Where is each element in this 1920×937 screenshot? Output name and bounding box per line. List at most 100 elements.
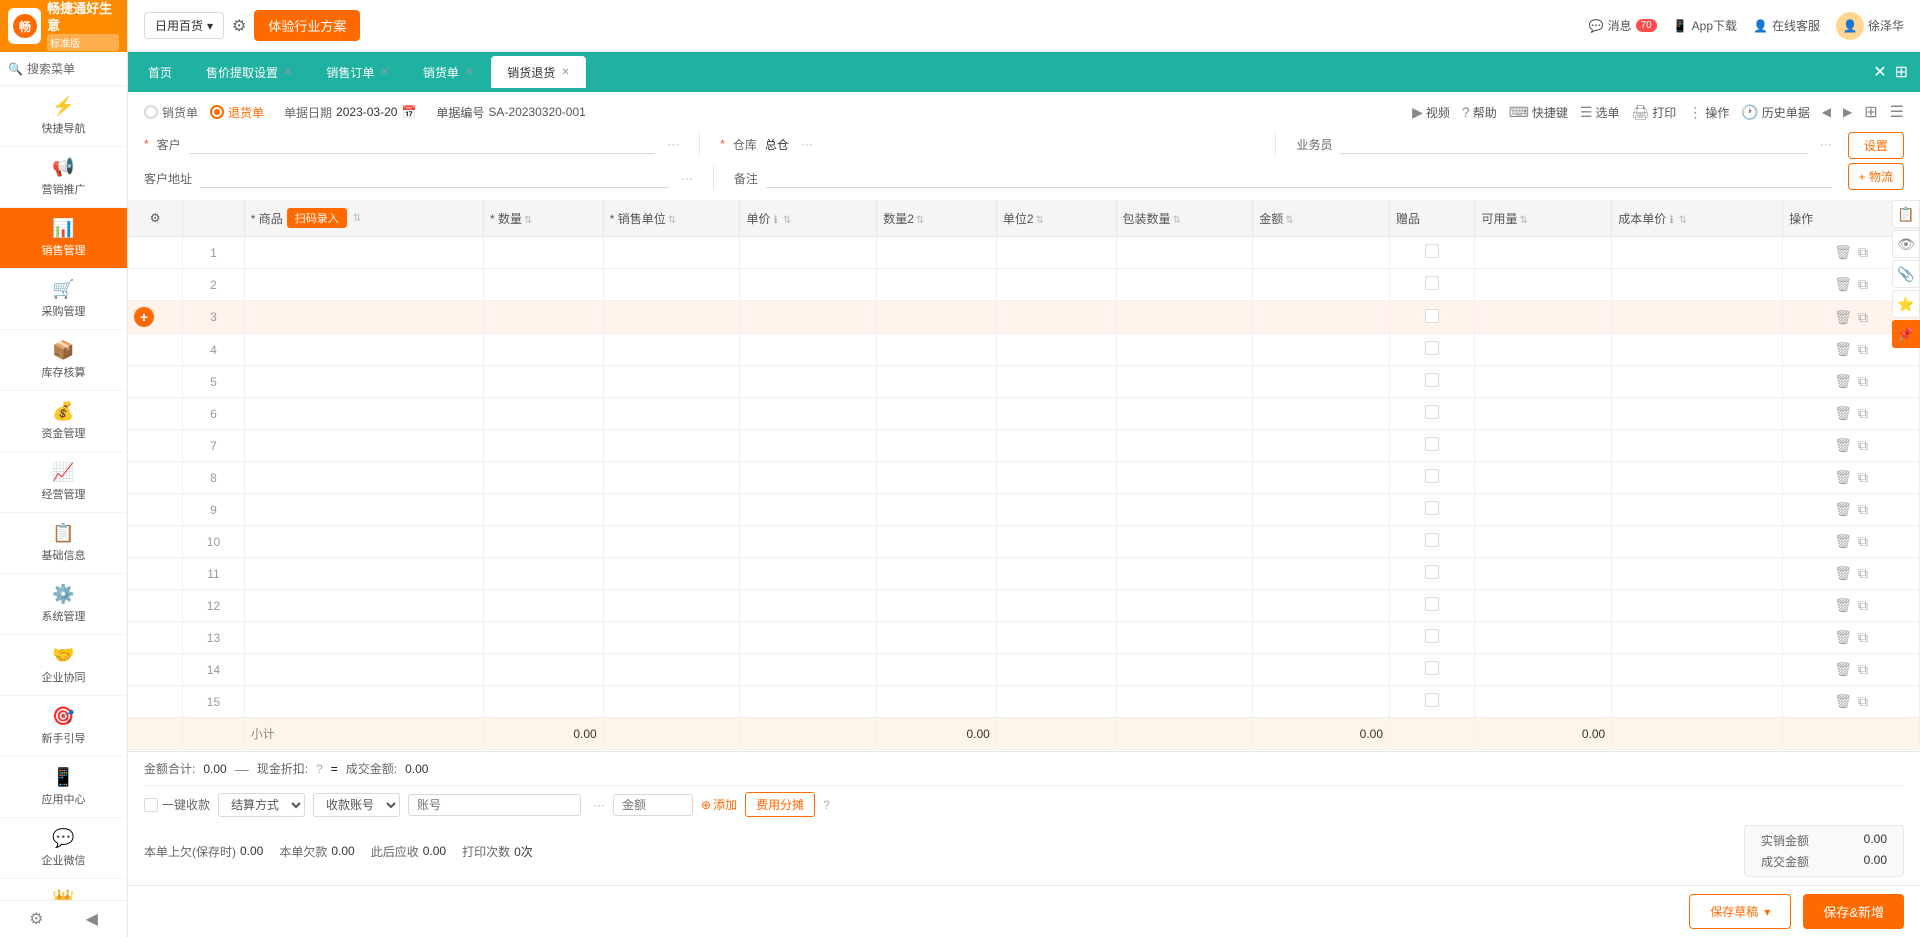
- delete-row-icon[interactable]: 🗑: [1834, 276, 1852, 293]
- product-input[interactable]: [251, 567, 477, 581]
- row-gift-cell[interactable]: [1390, 334, 1475, 366]
- delete-row-icon[interactable]: 🗑: [1834, 597, 1852, 614]
- row-gift-cell[interactable]: [1390, 269, 1475, 301]
- row-pkgqty-cell[interactable]: [1116, 398, 1253, 430]
- tab-close-icon[interactable]: ✕: [561, 67, 569, 78]
- row-gift-cell[interactable]: [1390, 686, 1475, 718]
- row-qty-cell[interactable]: [484, 237, 604, 269]
- sidebar-item-purchase[interactable]: 🛒 采购管理: [0, 269, 127, 330]
- row-pkgqty-cell[interactable]: [1116, 590, 1253, 622]
- one-click-payment-checkbox[interactable]: 一键收款: [144, 796, 210, 813]
- industry-selector[interactable]: 日用百货 ▾: [144, 12, 224, 39]
- account-number-input[interactable]: [408, 794, 581, 816]
- save-new-btn[interactable]: 保存&新增: [1803, 894, 1904, 929]
- gift-checkbox[interactable]: [1425, 309, 1439, 323]
- row-amount-cell[interactable]: [1253, 430, 1390, 462]
- copy-row-icon[interactable]: ⧉: [1858, 565, 1868, 582]
- row-product-cell[interactable]: [244, 462, 483, 494]
- product-input[interactable]: [251, 631, 477, 645]
- history-btn[interactable]: 🕐 历史单据: [1741, 104, 1809, 121]
- row-qty2-cell[interactable]: [877, 654, 997, 686]
- delete-row-icon[interactable]: 🗑: [1834, 693, 1852, 710]
- copy-row-icon[interactable]: ⧉: [1858, 533, 1868, 550]
- qty-sort-icon[interactable]: ⇅: [524, 215, 532, 226]
- row-cost-cell[interactable]: [1612, 590, 1783, 622]
- row-qty2-cell[interactable]: [877, 301, 997, 334]
- price-sort-icon[interactable]: ⇅: [783, 215, 791, 226]
- delete-row-icon[interactable]: 🗑: [1834, 405, 1852, 422]
- unit2-sort-icon[interactable]: ⇅: [1036, 215, 1044, 226]
- row-qty2-cell[interactable]: [877, 494, 997, 526]
- sort-icon[interactable]: ⇅: [353, 213, 361, 224]
- row-gift-cell[interactable]: [1390, 558, 1475, 590]
- row-avail-cell[interactable]: [1475, 334, 1612, 366]
- row-gift-cell[interactable]: [1390, 301, 1475, 334]
- row-price-cell[interactable]: [740, 334, 877, 366]
- row-cost-cell[interactable]: [1612, 366, 1783, 398]
- row-product-cell[interactable]: [244, 301, 483, 334]
- row-unit2-cell[interactable]: [996, 622, 1116, 654]
- tab-home[interactable]: 首页: [132, 56, 188, 88]
- row-unit-cell[interactable]: [603, 430, 740, 462]
- gift-checkbox[interactable]: [1425, 341, 1439, 355]
- row-unit-cell[interactable]: [603, 590, 740, 622]
- row-qty-cell[interactable]: [484, 430, 604, 462]
- copy-row-icon[interactable]: ⧉: [1858, 597, 1868, 614]
- quick-btn-2[interactable]: 👁: [1892, 230, 1920, 258]
- row-amount-cell[interactable]: [1253, 462, 1390, 494]
- row-gift-cell[interactable]: [1390, 430, 1475, 462]
- app-download-btn[interactable]: 📱 App下载: [1673, 17, 1737, 34]
- row-price-cell[interactable]: [740, 366, 877, 398]
- copy-row-icon[interactable]: ⧉: [1858, 309, 1868, 326]
- ops-btn[interactable]: ⋮ 操作: [1688, 104, 1729, 121]
- tab-sale-return[interactable]: 销货退货 ✕: [491, 56, 585, 88]
- delete-row-icon[interactable]: 🗑: [1834, 501, 1852, 518]
- sidebar-item-basic-info[interactable]: 📋 基础信息: [0, 513, 127, 574]
- gift-checkbox[interactable]: [1425, 629, 1439, 643]
- add-row-btn[interactable]: +: [134, 307, 154, 327]
- row-unit2-cell[interactable]: [996, 334, 1116, 366]
- row-unit-cell[interactable]: [603, 237, 740, 269]
- product-input[interactable]: [251, 471, 477, 485]
- account-method-select[interactable]: 收款账号: [313, 793, 400, 817]
- row-pkgqty-cell[interactable]: [1116, 558, 1253, 590]
- row-unit-cell[interactable]: [603, 269, 740, 301]
- row-qty2-cell[interactable]: [877, 366, 997, 398]
- sidebar-collapse-btn[interactable]: ◀: [86, 909, 98, 929]
- gift-checkbox[interactable]: [1425, 469, 1439, 483]
- row-amount-cell[interactable]: [1253, 654, 1390, 686]
- product-input[interactable]: [251, 407, 477, 421]
- row-cost-cell[interactable]: [1612, 558, 1783, 590]
- customer-dots[interactable]: ···: [667, 137, 679, 151]
- gift-checkbox[interactable]: [1425, 405, 1439, 419]
- payment-amount-input[interactable]: [613, 794, 693, 816]
- row-qty-cell[interactable]: [484, 686, 604, 718]
- row-pkgqty-cell[interactable]: [1116, 237, 1253, 269]
- row-product-cell[interactable]: [244, 430, 483, 462]
- row-price-cell[interactable]: [740, 686, 877, 718]
- online-service-btn[interactable]: 👤 在线客服: [1753, 17, 1820, 34]
- row-product-cell[interactable]: [244, 526, 483, 558]
- sidebar-item-system[interactable]: ⚙️ 系统管理: [0, 574, 127, 635]
- quick-btn-4[interactable]: ⭐: [1892, 290, 1920, 318]
- row-unit-cell[interactable]: [603, 301, 740, 334]
- print-btn[interactable]: 🖨 打印: [1632, 104, 1677, 121]
- copy-row-icon[interactable]: ⧉: [1858, 373, 1868, 390]
- row-avail-cell[interactable]: [1475, 301, 1612, 334]
- row-product-cell[interactable]: [244, 237, 483, 269]
- row-gift-cell[interactable]: [1390, 237, 1475, 269]
- product-input[interactable]: [251, 439, 477, 453]
- row-qty2-cell[interactable]: [877, 462, 997, 494]
- row-qty-cell[interactable]: [484, 622, 604, 654]
- user-profile[interactable]: 👤 徐泽华: [1836, 12, 1904, 40]
- delete-row-icon[interactable]: 🗑: [1834, 437, 1852, 454]
- row-unit-cell[interactable]: [603, 334, 740, 366]
- row-cost-cell[interactable]: [1612, 301, 1783, 334]
- row-unit2-cell[interactable]: [996, 269, 1116, 301]
- product-input[interactable]: [251, 246, 477, 260]
- row-unit2-cell[interactable]: [996, 558, 1116, 590]
- row-pkgqty-cell[interactable]: [1116, 366, 1253, 398]
- nav-prev-icon[interactable]: ◀: [1822, 105, 1831, 119]
- tab-close-icon[interactable]: ✕: [465, 67, 473, 78]
- sidebar-item-operations[interactable]: 📈 经营管理: [0, 452, 127, 513]
